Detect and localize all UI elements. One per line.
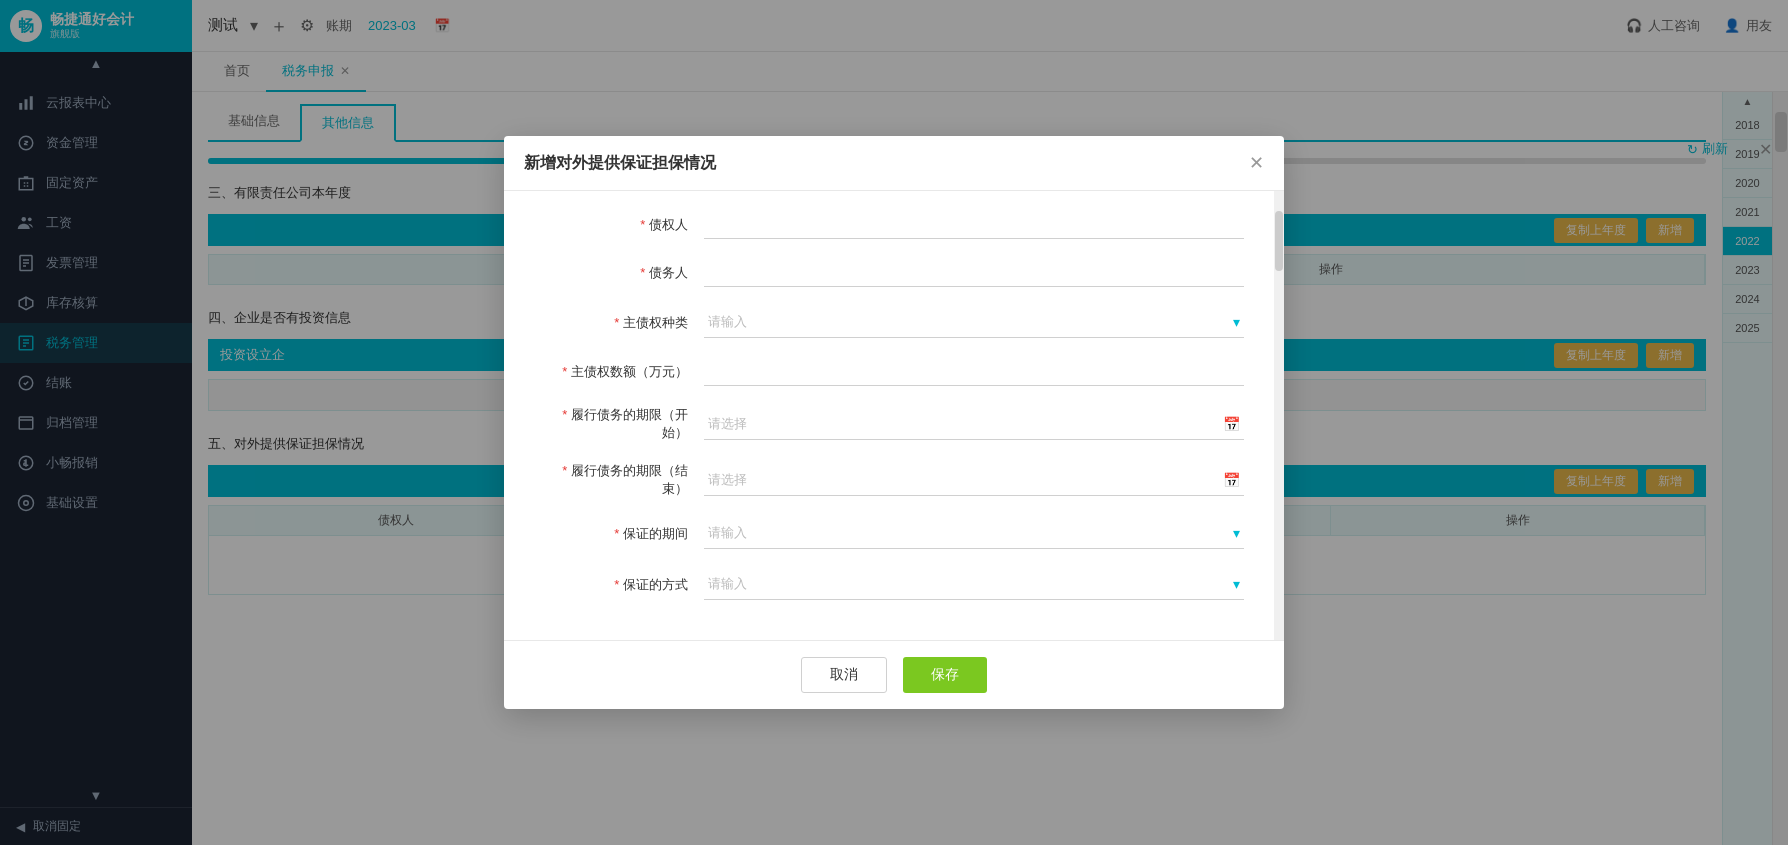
form-group-creditor: * 债权人 bbox=[544, 211, 1244, 239]
date-period-start-placeholder: 请选择 bbox=[708, 415, 747, 433]
save-button[interactable]: 保存 bbox=[903, 657, 987, 693]
form-group-guarantee-period: * 保证的期间 请输入 ▾ bbox=[544, 518, 1244, 549]
modal-footer: 取消 保存 bbox=[504, 640, 1284, 709]
chevron-down-icon-2: ▾ bbox=[1233, 525, 1240, 541]
select-guarantee-method-placeholder: 请输入 bbox=[708, 575, 747, 593]
date-period-end-placeholder: 请选择 bbox=[708, 471, 747, 489]
label-period-end: * 履行债务的期限（结束） bbox=[544, 462, 704, 498]
label-creditor: * 债权人 bbox=[544, 216, 704, 234]
label-debtor: * 债务人 bbox=[544, 264, 704, 282]
input-debt-amount[interactable] bbox=[704, 358, 1244, 386]
form-group-debt-amount: * 主债权数额（万元） bbox=[544, 358, 1244, 386]
select-guarantee-period-placeholder: 请输入 bbox=[708, 524, 747, 542]
modal-body: * 债权人 * 债务人 * 主债权种类 请输入 bbox=[504, 191, 1284, 640]
select-debt-type-placeholder: 请输入 bbox=[708, 313, 747, 331]
date-period-start[interactable]: 请选择 📅 bbox=[704, 409, 1244, 440]
modal-title: 新增对外提供保证担保情况 bbox=[524, 153, 716, 174]
modal-header: 新增对外提供保证担保情况 ✕ bbox=[504, 136, 1284, 191]
form-group-period-end: * 履行债务的期限（结束） 请选择 📅 bbox=[544, 462, 1244, 498]
date-period-end[interactable]: 请选择 📅 bbox=[704, 465, 1244, 496]
select-guarantee-period[interactable]: 请输入 ▾ bbox=[704, 518, 1244, 549]
form-group-period-start: * 履行债务的期限（开始） 请选择 📅 bbox=[544, 406, 1244, 442]
label-debt-amount: * 主债权数额（万元） bbox=[544, 363, 704, 381]
form-group-debtor: * 债务人 bbox=[544, 259, 1244, 287]
modal-close-button[interactable]: ✕ bbox=[1249, 152, 1264, 174]
modal-dialog: 新增对外提供保证担保情况 ✕ * 债权人 * 债务人 bbox=[504, 136, 1284, 709]
calendar-end-icon: 📅 bbox=[1223, 472, 1240, 488]
calendar-start-icon: 📅 bbox=[1223, 416, 1240, 432]
label-guarantee-period: * 保证的期间 bbox=[544, 525, 704, 543]
label-period-start: * 履行债务的期限（开始） bbox=[544, 406, 704, 442]
select-debt-type[interactable]: 请输入 ▾ bbox=[704, 307, 1244, 338]
chevron-down-icon: ▾ bbox=[1233, 314, 1240, 330]
modal-scrollbar-thumb[interactable] bbox=[1275, 211, 1283, 271]
modal-overlay: 新增对外提供保证担保情况 ✕ * 债权人 * 债务人 bbox=[0, 0, 1788, 845]
label-guarantee-method: * 保证的方式 bbox=[544, 576, 704, 594]
cancel-button[interactable]: 取消 bbox=[801, 657, 887, 693]
select-guarantee-method[interactable]: 请输入 ▾ bbox=[704, 569, 1244, 600]
modal-scrollbar bbox=[1274, 191, 1284, 640]
chevron-down-icon-3: ▾ bbox=[1233, 576, 1240, 592]
input-debtor[interactable] bbox=[704, 259, 1244, 287]
form-group-guarantee-method: * 保证的方式 请输入 ▾ bbox=[544, 569, 1244, 600]
label-debt-type: * 主债权种类 bbox=[544, 314, 704, 332]
input-creditor[interactable] bbox=[704, 211, 1244, 239]
form-group-debt-type: * 主债权种类 请输入 ▾ bbox=[544, 307, 1244, 338]
